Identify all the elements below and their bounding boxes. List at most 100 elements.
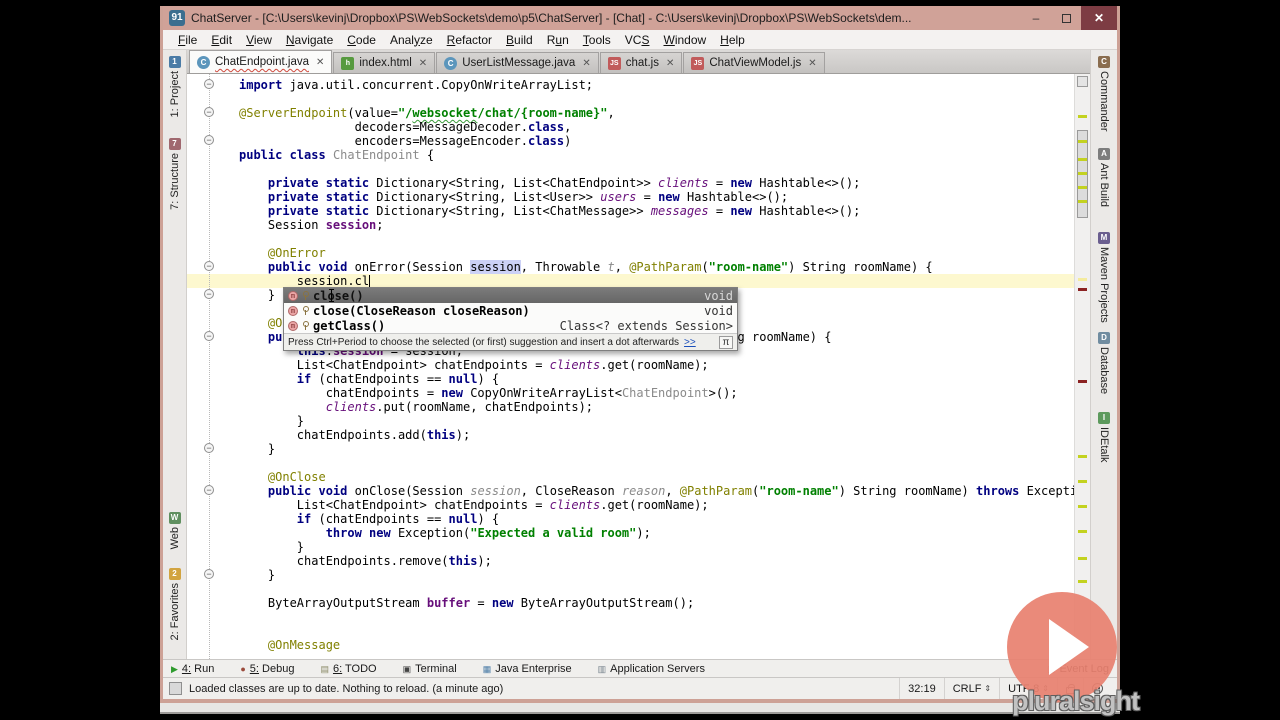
tab-close-icon[interactable]: ✕ bbox=[419, 58, 427, 69]
tool-button-7-structure[interactable]: 7 7: Structure bbox=[163, 138, 186, 210]
tab-chat.js[interactable]: JS chat.js ✕ bbox=[599, 52, 683, 73]
tab-UserListMessage.java[interactable]: C UserListMessage.java ✕ bbox=[436, 52, 599, 73]
code-line: @OnClose bbox=[267, 470, 326, 484]
completion-item[interactable]: m getClass() Class<? extends Session> bbox=[284, 318, 737, 333]
analysis-mark-y[interactable] bbox=[1078, 115, 1087, 118]
analysis-mark-y[interactable] bbox=[1078, 200, 1087, 203]
fold-marker-icon[interactable]: − bbox=[204, 135, 214, 145]
title-bar[interactable]: 91 ChatServer - [C:\Users\kevinj\Dropbox… bbox=[163, 6, 1117, 30]
tool-button-web[interactable]: W Web bbox=[163, 512, 186, 549]
minimize-button[interactable]: – bbox=[1021, 6, 1051, 30]
menu-item-help[interactable]: Help bbox=[713, 32, 752, 48]
completion-item[interactable]: m close() void bbox=[284, 288, 737, 303]
menu-item-tools[interactable]: Tools bbox=[576, 32, 618, 48]
toolbar-button-java-enterprise[interactable]: ▦ Java Enterprise bbox=[483, 663, 572, 675]
analysis-mark-c[interactable] bbox=[1078, 278, 1087, 281]
favorites-star-icon: 2 bbox=[168, 568, 181, 580]
menu-item-vcs[interactable]: VCS bbox=[618, 32, 657, 48]
caret-position-widget[interactable]: 32:19 bbox=[899, 678, 944, 699]
menu-item-view[interactable]: View bbox=[239, 32, 279, 48]
code-line: private static Dictionary<String, List<C… bbox=[267, 204, 861, 218]
code-line: chatEndpoints = new CopyOnWriteArrayList… bbox=[239, 386, 738, 400]
menu-item-navigate[interactable]: Navigate bbox=[279, 32, 340, 48]
tab-close-icon[interactable]: ✕ bbox=[582, 58, 590, 69]
fold-marker-icon[interactable]: − bbox=[204, 289, 214, 299]
toolbar-button-terminal[interactable]: ▣ Terminal bbox=[403, 663, 457, 675]
code-line: } bbox=[239, 414, 305, 428]
code-line: encoders=MessageEncoder.class) bbox=[239, 134, 572, 148]
toolbar-button-6-todo[interactable]: ▤ 6: TODO bbox=[320, 663, 376, 675]
more-suggestions-link[interactable]: >> bbox=[684, 337, 696, 348]
code-text[interactable]: import java.util.concurrent.CopyOnWriteA… bbox=[239, 78, 1090, 652]
fold-marker-icon[interactable]: − bbox=[204, 569, 214, 579]
tool-button-idetalk[interactable]: I IDEtalk bbox=[1091, 412, 1117, 462]
ide-window: 91 ChatServer - [C:\Users\kevinj\Dropbox… bbox=[160, 6, 1120, 703]
tab-label: ChatViewModel.js bbox=[709, 57, 802, 69]
analysis-mark-y[interactable] bbox=[1078, 140, 1087, 143]
todo-icon: ▤ bbox=[320, 663, 329, 674]
fold-marker-icon[interactable]: − bbox=[204, 107, 214, 117]
analysis-mark-y[interactable] bbox=[1078, 480, 1087, 483]
menu-item-build[interactable]: Build bbox=[499, 32, 540, 48]
menu-item-file[interactable]: File bbox=[171, 32, 204, 48]
analysis-mark-y[interactable] bbox=[1078, 186, 1087, 189]
code-line: decoders=MessageDecoder.class, bbox=[239, 120, 572, 134]
analysis-mark-y[interactable] bbox=[1078, 455, 1087, 458]
maximize-button[interactable] bbox=[1051, 6, 1081, 30]
tab-ChatEndpoint.java[interactable]: C ChatEndpoint.java ✕ bbox=[189, 50, 333, 73]
tool-button-maven-projects[interactable]: M Maven Projects bbox=[1091, 232, 1117, 323]
tab-close-icon[interactable]: ✕ bbox=[666, 58, 674, 69]
menu-item-window[interactable]: Window bbox=[656, 32, 713, 48]
error-stripe-scrollbar[interactable] bbox=[1074, 74, 1090, 659]
analysis-mark-y[interactable] bbox=[1078, 580, 1087, 583]
toolbar-button-5-debug[interactable]: ● 5: Debug bbox=[240, 663, 294, 675]
editor-gutter[interactable]: − − − − − − − − − bbox=[187, 74, 239, 659]
tool-button-ant-build[interactable]: A Ant Build bbox=[1091, 148, 1117, 207]
tab-close-icon[interactable]: ✕ bbox=[808, 58, 816, 69]
code-editor[interactable]: − − − − − − − − − import java.util.concurrent.Co… bbox=[187, 74, 1090, 659]
menu-item-code[interactable]: Code bbox=[340, 32, 383, 48]
analysis-mark-y[interactable] bbox=[1078, 158, 1087, 161]
analysis-mark-y[interactable] bbox=[1078, 557, 1087, 560]
toolbar-button-application-servers[interactable]: ▥ Application Servers bbox=[598, 663, 705, 675]
terminal-icon: ▣ bbox=[402, 663, 412, 674]
menu-item-analyze[interactable]: Analyze bbox=[383, 32, 440, 48]
fold-marker-icon[interactable]: − bbox=[204, 485, 214, 495]
menu-item-refactor[interactable]: Refactor bbox=[440, 32, 499, 48]
stripe-settings-icon[interactable] bbox=[1077, 76, 1088, 87]
analysis-mark-r[interactable] bbox=[1078, 288, 1087, 291]
analysis-mark-y[interactable] bbox=[1078, 505, 1087, 508]
tool-button-1-project[interactable]: 1 1: Project bbox=[163, 56, 186, 117]
menu-bar: File Edit View Navigate Code Analyze Refactor B… bbox=[163, 30, 1117, 50]
tool-button-database[interactable]: D Database bbox=[1091, 332, 1117, 394]
tool-button-commander[interactable]: C Commander bbox=[1091, 56, 1117, 132]
tool-button-2-favorites[interactable]: 2 2: Favorites bbox=[163, 568, 186, 640]
toolbar-button-4-run[interactable]: ▶ 4: Run bbox=[171, 663, 214, 675]
analysis-mark-y[interactable] bbox=[1078, 530, 1087, 533]
tab-close-icon[interactable]: ✕ bbox=[316, 57, 324, 68]
fold-marker-icon[interactable]: − bbox=[204, 261, 214, 271]
html-file-icon: h bbox=[341, 56, 355, 70]
fold-marker-icon[interactable]: − bbox=[204, 79, 214, 89]
line-separator-widget[interactable]: CRLF ⇕ bbox=[943, 678, 999, 699]
fold-marker-icon[interactable]: − bbox=[204, 331, 214, 341]
menu-item-edit[interactable]: Edit bbox=[204, 32, 239, 48]
analysis-mark-y[interactable] bbox=[1078, 172, 1087, 175]
java-class-icon: C bbox=[197, 55, 210, 69]
completion-item[interactable]: m close(CloseReason closeReason) void bbox=[284, 303, 737, 318]
tool-button-label: Web bbox=[168, 527, 181, 550]
analysis-mark-r[interactable] bbox=[1078, 380, 1087, 383]
fold-marker-icon[interactable]: − bbox=[204, 443, 214, 453]
tab-ChatViewModel.js[interactable]: JS ChatViewModel.js ✕ bbox=[683, 52, 825, 73]
web-tool-icon: W bbox=[168, 512, 181, 524]
ant-build-icon: A bbox=[1098, 148, 1110, 160]
js-file-icon: JS bbox=[607, 56, 621, 70]
menu-item-run[interactable]: Run bbox=[540, 32, 576, 48]
tab-index.html[interactable]: h index.html ✕ bbox=[333, 52, 436, 73]
maven-projects-icon: M bbox=[1098, 232, 1110, 244]
tab-label: index.html bbox=[359, 57, 412, 69]
close-button[interactable]: ✕ bbox=[1081, 6, 1117, 30]
main-area: 1 1: Project 7 7: Structure W Web 2 2: Favorite… bbox=[163, 50, 1117, 659]
code-line: ByteArrayOutputStream buffer = new ByteA… bbox=[239, 596, 695, 610]
